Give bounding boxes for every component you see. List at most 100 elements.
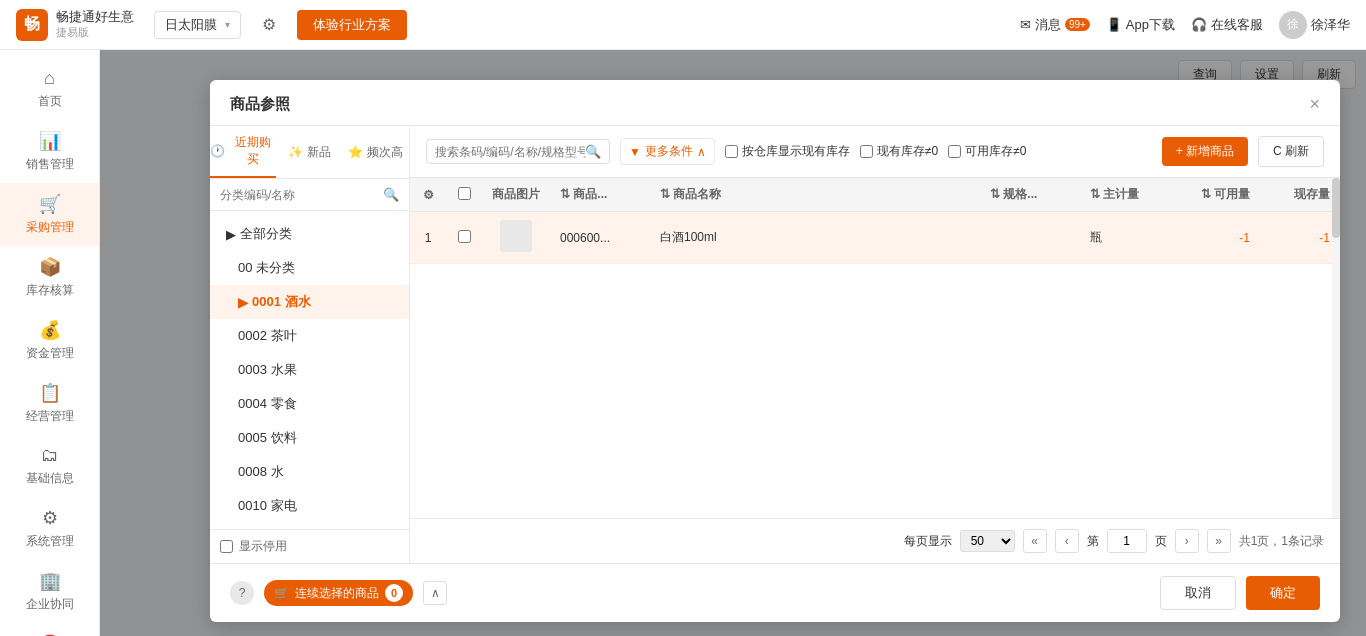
logo-text: 畅捷通好生意 捷易版 xyxy=(56,9,134,41)
sidebar-item-enterprise[interactable]: 🏢 企业协同 xyxy=(0,560,99,623)
scrollbar-thumb[interactable] xyxy=(1332,178,1340,238)
sidebar-item-guide[interactable]: 🎯 新手引导 xyxy=(0,623,99,636)
available-stock-filter: 可用库存≠0 xyxy=(948,143,1026,160)
sort-icon: ⇅ xyxy=(990,187,1000,201)
row-checkbox-cell xyxy=(446,212,482,264)
product-table: ⚙ 商品图片 ⇅ 商品... xyxy=(410,178,1340,518)
refresh-btn[interactable]: C 刷新 xyxy=(1258,136,1324,167)
show-disabled-checkbox[interactable] xyxy=(220,540,233,553)
cat-item-snacks[interactable]: 0004 零食 xyxy=(210,387,409,421)
cat-item-tea[interactable]: 0002 茶叶 xyxy=(210,319,409,353)
row-unit-cell: 瓶 xyxy=(1080,212,1160,264)
sidebar-item-finance[interactable]: 💰 资金管理 xyxy=(0,309,99,372)
service-btn[interactable]: 🎧 在线客服 xyxy=(1191,16,1263,34)
cat-item-drinks[interactable]: 0005 饮料 xyxy=(210,421,409,455)
pagination-bar: 每页显示 50 10 20 100 « ‹ 第 页 › » xyxy=(410,518,1340,563)
current-stock-filter: 现有库存≠0 xyxy=(860,143,938,160)
col-header-name[interactable]: ⇅ 商品名称 xyxy=(650,178,980,212)
total-info: 共1页，1条记录 xyxy=(1239,533,1324,550)
sidebar-item-basics[interactable]: 🗂 基础信息 xyxy=(0,435,99,497)
add-product-btn[interactable]: + 新增商品 xyxy=(1162,137,1248,166)
sidebar-item-operations[interactable]: 📋 经营管理 xyxy=(0,372,99,435)
experience-btn[interactable]: 体验行业方案 xyxy=(297,10,407,40)
sidebar-item-purchase[interactable]: 🛒 采购管理 xyxy=(0,183,99,246)
scrollbar-track xyxy=(1332,178,1340,518)
product-search-box: 🔍 xyxy=(426,139,610,164)
search-icon[interactable]: 🔍 xyxy=(585,144,601,159)
navbar: 畅 畅捷通好生意 捷易版 日太阳膜 ▾ ⚙ 体验行业方案 ✉ 消息 99+ 📱 … xyxy=(0,0,1366,50)
product-reference-modal: 商品参照 × 🕐 近期购买 ✨ 新品 xyxy=(210,80,1340,622)
tab-recent-purchase[interactable]: 🕐 近期购买 xyxy=(210,126,276,178)
category-search-input[interactable] xyxy=(220,188,377,202)
warehouse-filter: 按仓库显示现有库存 xyxy=(725,143,850,160)
cat-item-liquor[interactable]: ▶ 0001 酒水 xyxy=(210,285,409,319)
tab-new-items[interactable]: ✨ 新品 xyxy=(276,126,342,178)
expand-selection-btn[interactable]: ∧ xyxy=(423,581,447,605)
col-header-unit[interactable]: ⇅ 主计量 xyxy=(1080,178,1160,212)
logo: 畅 畅捷通好生意 捷易版 xyxy=(16,9,134,41)
row-stock-cell: -1 xyxy=(1260,212,1340,264)
sort-icon: ⇅ xyxy=(1201,187,1211,201)
sidebar-item-sales[interactable]: 📊 销售管理 xyxy=(0,120,99,183)
table-header-row: ⚙ 商品图片 ⇅ 商品... xyxy=(410,178,1340,212)
cat-item-uncategorized[interactable]: 00 未分类 xyxy=(210,251,409,285)
product-panel: 🔍 ▼ 更多条件 ∧ 按仓库显示现有库存 xyxy=(410,126,1340,563)
modal-close-btn[interactable]: × xyxy=(1309,94,1320,115)
cat-item-fruit[interactable]: 0003 水果 xyxy=(210,353,409,387)
message-btn[interactable]: ✉ 消息 99+ xyxy=(1020,16,1090,34)
col-header-code[interactable]: ⇅ 商品... xyxy=(550,178,650,212)
page-prev-btn[interactable]: ‹ xyxy=(1055,529,1079,553)
nav-selector[interactable]: 日太阳膜 ▾ xyxy=(154,11,241,39)
search-icon[interactable]: 🔍 xyxy=(383,187,399,202)
sidebar-item-inventory[interactable]: 📦 库存核算 xyxy=(0,246,99,309)
page-first-btn[interactable]: « xyxy=(1023,529,1047,553)
category-search: 🔍 xyxy=(210,179,409,211)
col-header-image: 商品图片 xyxy=(482,178,550,212)
row-checkbox[interactable] xyxy=(458,230,471,243)
modal-footer: ? 🛒 连续选择的商品 0 ∧ 取消 确定 xyxy=(210,563,1340,622)
product-data-table: ⚙ 商品图片 ⇅ 商品... xyxy=(410,178,1340,264)
category-panel: 🕐 近期购买 ✨ 新品 ⭐ 频次高 xyxy=(210,126,410,563)
page-last-btn[interactable]: » xyxy=(1207,529,1231,553)
footer-right: 取消 确定 xyxy=(1160,576,1320,610)
modal-title: 商品参照 xyxy=(230,95,290,114)
product-search-input[interactable] xyxy=(435,145,585,159)
app-download-btn[interactable]: 📱 App下载 xyxy=(1106,16,1175,34)
home-icon: ⌂ xyxy=(44,68,55,89)
avatar: 徐 xyxy=(1279,11,1307,39)
gear-icon[interactable]: ⚙ xyxy=(253,9,285,41)
col-header-stock: 现存量 xyxy=(1260,178,1340,212)
mobile-icon: 📱 xyxy=(1106,17,1122,32)
sort-icon: ⇅ xyxy=(1090,187,1100,201)
cat-item-all[interactable]: ▶ 全部分类 xyxy=(210,217,409,251)
page-next-btn[interactable]: › xyxy=(1175,529,1199,553)
cat-item-appliances[interactable]: 0010 家电 xyxy=(210,489,409,523)
cat-item-water[interactable]: 0008 水 xyxy=(210,455,409,489)
row-image-cell xyxy=(482,212,550,264)
user-btn[interactable]: 徐 徐泽华 xyxy=(1279,11,1350,39)
available-stock-checkbox[interactable] xyxy=(948,145,961,158)
category-quick-tabs: 🕐 近期购买 ✨ 新品 ⭐ 频次高 xyxy=(210,126,409,179)
sidebar-item-system[interactable]: ⚙ 系统管理 xyxy=(0,497,99,560)
warehouse-stock-checkbox[interactable] xyxy=(725,145,738,158)
fire-icon: ⭐ xyxy=(348,145,363,159)
sales-icon: 📊 xyxy=(39,130,61,152)
page-size-select[interactable]: 50 10 20 100 xyxy=(960,530,1015,552)
more-filter-btn[interactable]: ▼ 更多条件 ∧ xyxy=(620,138,715,165)
col-header-available[interactable]: ⇅ 可用量 xyxy=(1160,178,1260,212)
select-all-checkbox[interactable] xyxy=(458,187,471,200)
col-header-spec[interactable]: ⇅ 规格... xyxy=(980,178,1080,212)
finance-icon: 💰 xyxy=(39,319,61,341)
table-row[interactable]: 1 000600... 白酒100ml xyxy=(410,212,1340,264)
help-btn[interactable]: ? xyxy=(230,581,254,605)
current-stock-checkbox[interactable] xyxy=(860,145,873,158)
sidebar-item-home[interactable]: ⌂ 首页 xyxy=(0,58,99,120)
sort-icon: ⇅ xyxy=(660,187,670,201)
expand-icon: ▶ xyxy=(226,227,236,242)
page-number-input[interactable] xyxy=(1107,529,1147,553)
main-layout: ⌂ 首页 📊 销售管理 🛒 采购管理 📦 库存核算 💰 资金管理 📋 经营管理 … xyxy=(0,50,1366,636)
cancel-btn[interactable]: 取消 xyxy=(1160,576,1236,610)
content-area: 查询 设置 刷新 商品参照 × 🕐 近期购买 xyxy=(100,50,1366,636)
tab-high-frequency[interactable]: ⭐ 频次高 xyxy=(343,126,409,178)
confirm-btn[interactable]: 确定 xyxy=(1246,576,1320,610)
